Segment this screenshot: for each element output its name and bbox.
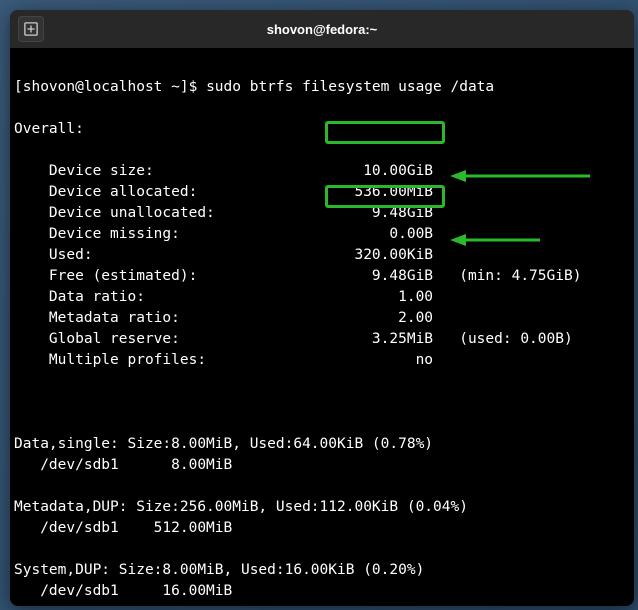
overall-header: Overall: <box>14 119 630 140</box>
overall-row: Data ratio: 1.00 <box>14 287 630 308</box>
blank-line <box>14 392 630 413</box>
overall-row: Device allocated: 536.00MiB <box>14 182 630 203</box>
terminal-window: shovon@fedora:~ [shovon@localhost ~]$ su… <box>10 10 634 606</box>
new-tab-button[interactable] <box>18 16 44 42</box>
overall-row: Multiple profiles: no <box>14 350 630 371</box>
terminal-output[interactable]: [shovon@localhost ~]$ sudo btrfs filesys… <box>10 48 634 606</box>
plus-box-icon <box>24 22 38 36</box>
window-title: shovon@fedora:~ <box>10 22 634 37</box>
overall-row: Device size: 10.00GiB <box>14 161 630 182</box>
overall-row: Device unallocated: 9.48GiB <box>14 203 630 224</box>
command: sudo btrfs filesystem usage /data <box>206 79 494 95</box>
section-header: Data,single: Size:8.00MiB, Used:64.00KiB… <box>14 434 630 455</box>
section-detail: /dev/sdb1 512.00MiB <box>14 518 630 539</box>
overall-row: Free (estimated): 9.48GiB (min: 4.75GiB) <box>14 266 630 287</box>
blank-line <box>14 602 630 606</box>
blank-line <box>14 539 630 560</box>
section-detail: /dev/sdb1 8.00MiB <box>14 455 630 476</box>
overall-row: Used: 320.00KiB <box>14 245 630 266</box>
overall-row: Global reserve: 3.25MiB (used: 0.00B) <box>14 329 630 350</box>
prompt: [shovon@localhost ~]$ <box>14 79 197 95</box>
section-header: System,DUP: Size:8.00MiB, Used:16.00KiB … <box>14 560 630 581</box>
blank-line <box>14 476 630 497</box>
overall-row: Device missing: 0.00B <box>14 224 630 245</box>
titlebar: shovon@fedora:~ <box>10 10 634 48</box>
section-header: Metadata,DUP: Size:256.00MiB, Used:112.0… <box>14 497 630 518</box>
prompt-line: [shovon@localhost ~]$ sudo btrfs filesys… <box>14 77 630 98</box>
section-detail: /dev/sdb1 16.00MiB <box>14 581 630 602</box>
overall-row: Metadata ratio: 2.00 <box>14 308 630 329</box>
